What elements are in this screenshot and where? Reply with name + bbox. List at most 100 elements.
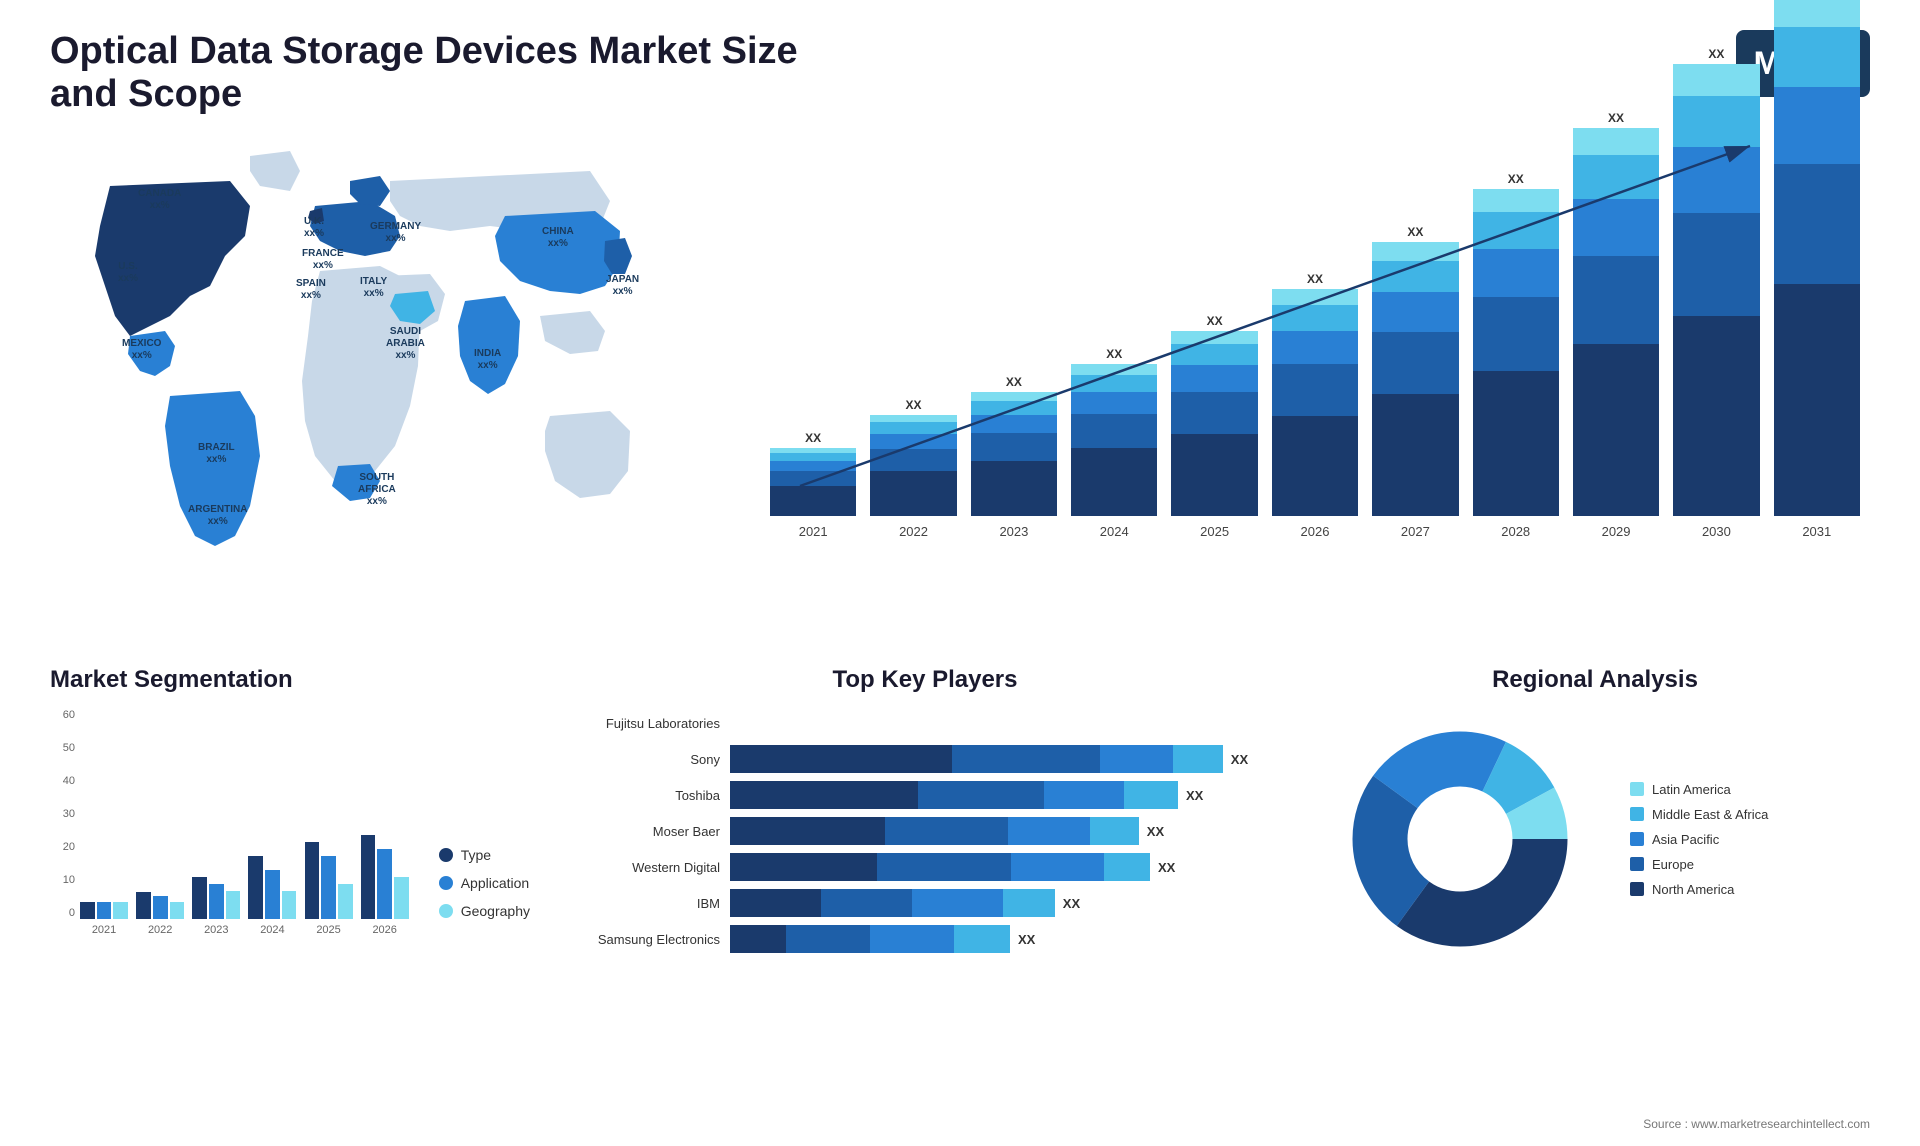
donut-chart-svg: [1320, 709, 1600, 969]
bar-2022: XX: [870, 398, 956, 516]
italy-label: ITALYxx%: [360, 276, 387, 300]
main-content: CANADAxx% U.S.xx% MEXICOxx% BRAZILxx% AR…: [0, 126, 1920, 979]
player-row-moser: Moser Baer XX: [560, 817, 1290, 845]
bar-2021: XX: [770, 431, 856, 516]
player-name-moser: Moser Baer: [560, 824, 720, 839]
donut-center: [1408, 787, 1512, 891]
regional-title: Regional Analysis: [1320, 666, 1870, 694]
seg-app-2024: [265, 870, 280, 919]
us-label: U.S.xx%: [118, 261, 138, 285]
seg-x-axis: 2021 2022 2023 2024 2025 2026: [50, 924, 409, 936]
player-bar-wd: XX: [730, 853, 1290, 881]
legend-app-label: Application: [461, 875, 530, 891]
reg-dot-north-america: [1630, 882, 1644, 896]
seg-x-2026: 2026: [361, 924, 409, 936]
reg-label-mea: Middle East & Africa: [1652, 807, 1768, 822]
player-bar-sony: XX: [730, 745, 1290, 773]
player-value-moser: XX: [1147, 824, 1164, 839]
bar-label-2021: XX: [805, 431, 821, 445]
legend-application: Application: [439, 875, 530, 891]
seg-type-2021: [80, 902, 95, 919]
bar-label-2022: XX: [906, 398, 922, 412]
reg-dot-mea: [1630, 807, 1644, 821]
y-60: 60: [50, 709, 75, 721]
seg-geo-2025: [338, 884, 353, 919]
players-chart: Fujitsu Laboratories Sony: [560, 709, 1290, 953]
seg-group-2025: [305, 842, 353, 919]
south-africa-label: SOUTHAFRICAxx%: [358, 472, 396, 508]
canada-label: CANADAxx%: [138, 188, 181, 212]
bar-label-2028: XX: [1508, 172, 1524, 186]
player-bar-ibm: XX: [730, 889, 1290, 917]
seg-x-2024: 2024: [248, 924, 296, 936]
bar-label-2025: XX: [1207, 314, 1223, 328]
seg-geo-2026: [394, 877, 409, 919]
segmentation-section: Market Segmentation 60 50 40 30 20 10 0: [50, 656, 530, 979]
legend-app-dot: [439, 876, 453, 890]
china-label: CHINAxx%: [542, 226, 574, 250]
seg-geo-2024: [282, 891, 297, 919]
players-section: Top Key Players Fujitsu Laboratories Son…: [560, 656, 1290, 979]
bar-label-2023: XX: [1006, 375, 1022, 389]
reg-legend-asia: Asia Pacific: [1630, 832, 1768, 847]
mexico-label: MEXICOxx%: [122, 338, 161, 362]
legend-geography: Geography: [439, 903, 530, 919]
y-20: 20: [50, 841, 75, 853]
legend-type-label: Type: [461, 847, 491, 863]
seg-x-2022: 2022: [136, 924, 184, 936]
bar-label-2029: XX: [1608, 111, 1624, 125]
legend-type: Type: [439, 847, 530, 863]
india-label: INDIAxx%: [474, 348, 501, 372]
germany-label: GERMANYxx%: [370, 221, 421, 245]
player-row-sony: Sony XX: [560, 745, 1290, 773]
player-value-wd: XX: [1158, 860, 1175, 875]
seg-app-2021: [97, 902, 112, 919]
x-label-2029: 2029: [1573, 524, 1659, 539]
x-label-2025: 2025: [1171, 524, 1257, 539]
map-area: CANADAxx% U.S.xx% MEXICOxx% BRAZILxx% AR…: [50, 126, 700, 646]
seg-app-2022: [153, 896, 168, 919]
x-label-2021: 2021: [770, 524, 856, 539]
bar-2026: XX: [1272, 272, 1358, 516]
x-label-2022: 2022: [870, 524, 956, 539]
player-bar-samsung: XX: [730, 925, 1290, 953]
seg-group-2026: [361, 835, 409, 919]
seg-group-2024: [248, 856, 296, 919]
player-value-toshiba: XX: [1186, 788, 1203, 803]
y-50: 50: [50, 742, 75, 754]
player-bar-fujitsu: [730, 709, 1290, 737]
reg-legend-north-america: North America: [1630, 882, 1768, 897]
seg-x-2023: 2023: [192, 924, 240, 936]
bar-label-2026: XX: [1307, 272, 1323, 286]
x-label-2031: 2031: [1774, 524, 1860, 539]
reg-label-latin: Latin America: [1652, 782, 1731, 797]
player-value-ibm: XX: [1063, 896, 1080, 911]
x-label-2028: 2028: [1473, 524, 1559, 539]
seg-geo-2021: [113, 902, 128, 919]
bar-2025: XX: [1171, 314, 1257, 516]
player-name-sony: Sony: [560, 752, 720, 767]
bar-label-2024: XX: [1106, 347, 1122, 361]
bar-2030: XX: [1673, 47, 1759, 516]
x-label-2026: 2026: [1272, 524, 1358, 539]
seg-bars-inner: [50, 709, 409, 919]
regional-section: Regional Analysis: [1320, 656, 1870, 979]
seg-chart-area: 60 50 40 30 20 10 0: [50, 709, 530, 949]
header: Optical Data Storage Devices Market Size…: [0, 0, 1920, 126]
player-name-wd: Western Digital: [560, 860, 720, 875]
reg-legend-latin: Latin America: [1630, 782, 1768, 797]
player-bar-toshiba: XX: [730, 781, 1290, 809]
seg-group-2021: [80, 902, 128, 919]
regional-legend: Latin America Middle East & Africa Asia …: [1630, 782, 1768, 897]
reg-legend-europe: Europe: [1630, 857, 1768, 872]
reg-dot-latin: [1630, 782, 1644, 796]
segmentation-title: Market Segmentation: [50, 666, 530, 694]
y-30: 30: [50, 808, 75, 820]
x-axis: 2021 2022 2023 2024 2025 2026 2027 2028 …: [740, 516, 1870, 539]
bar-2028: XX: [1473, 172, 1559, 516]
japan-label: JAPANxx%: [606, 274, 639, 298]
player-row-ibm: IBM XX: [560, 889, 1290, 917]
seg-bars-container: 60 50 40 30 20 10 0: [50, 709, 409, 949]
reg-label-asia: Asia Pacific: [1652, 832, 1719, 847]
y-10: 10: [50, 874, 75, 886]
